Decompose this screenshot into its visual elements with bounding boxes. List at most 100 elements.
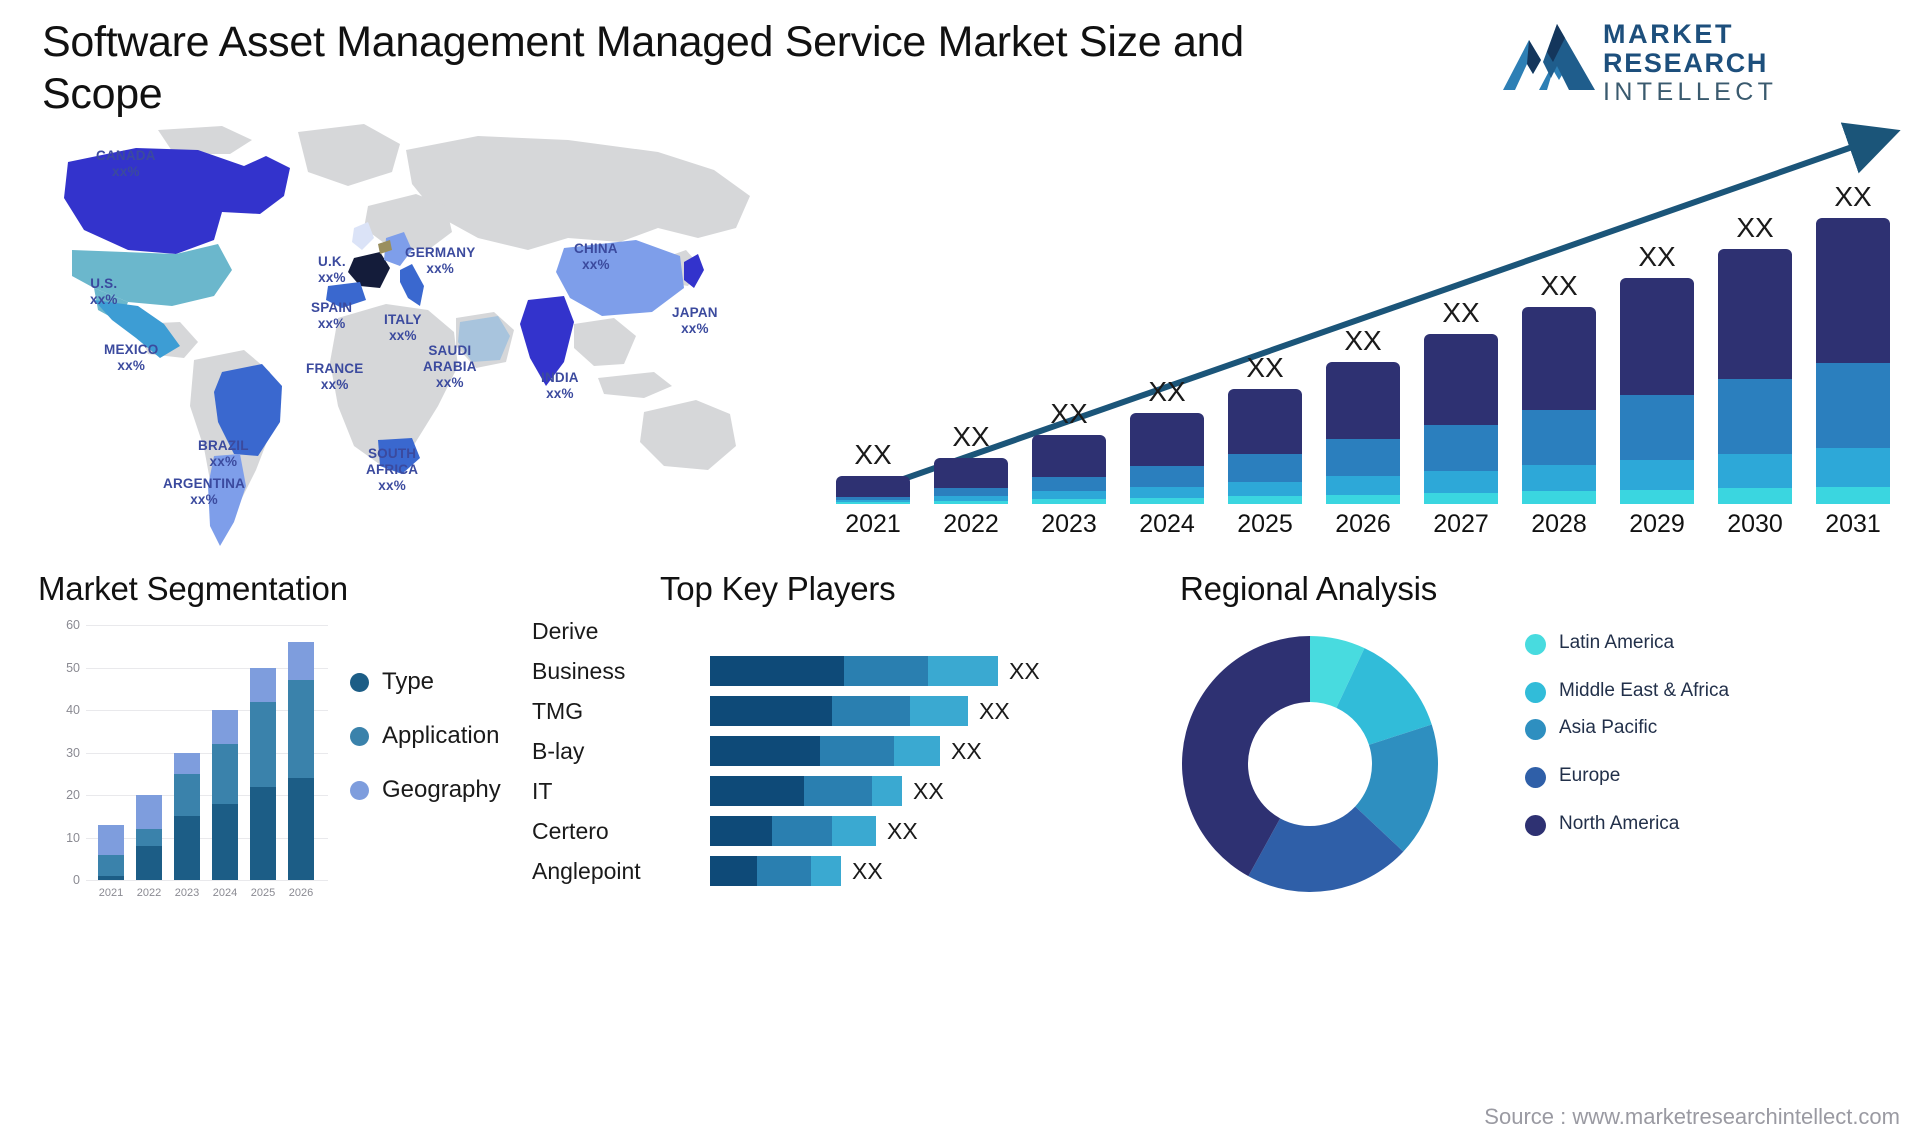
logo-line-market: MARKET — [1603, 19, 1735, 49]
bar-stack — [836, 476, 910, 504]
bar-stack — [1620, 278, 1694, 504]
map-label-brazil: BRAZIL xx% — [198, 438, 249, 469]
player-bar-segment-2 — [772, 816, 832, 846]
player-value-label: XX — [1009, 657, 1040, 684]
y-axis-tick: 0 — [73, 873, 80, 887]
player-name: Business — [532, 657, 626, 684]
bar-stack — [1522, 306, 1596, 504]
player-bar-segment-2 — [757, 856, 811, 886]
bar-year-label: 2029 — [1629, 510, 1685, 538]
bar-segment-middle-east-africa — [1228, 481, 1302, 497]
bar-stack — [934, 458, 1008, 504]
bar-value-label: XX — [1736, 212, 1774, 243]
bar-year-label: 2024 — [1139, 510, 1195, 538]
bar-group-2028: XX 2028 — [1522, 270, 1596, 538]
bar-value-label: XX — [1344, 324, 1382, 356]
market-size-bar-chart: XX 2021 XX 2022 XX 2023 XX 2024 XX 2025 XX 2026 XX 20… — [830, 120, 1920, 540]
player-bar-segment-2 — [820, 736, 894, 766]
legend-item-geography[interactable]: Geography — [350, 776, 501, 804]
bar-segment-north-america — [1228, 388, 1302, 454]
player-bar-segment-3 — [811, 856, 841, 886]
bar-stack — [1130, 413, 1204, 504]
segmentation-bar-2023 — [174, 752, 200, 880]
legend-dot-icon — [350, 780, 369, 800]
segment-type — [136, 846, 162, 880]
bar-segment-middle-east-africa — [1130, 486, 1204, 498]
player-value-label: XX — [852, 857, 883, 884]
segment-geography — [98, 824, 124, 855]
players-title: Top Key Players — [660, 570, 896, 607]
player-bar-segment-3 — [910, 696, 968, 726]
segment-application — [98, 854, 124, 876]
region-legend-item-asia-pacific[interactable]: Asia Pacific — [1525, 717, 1729, 740]
bar-segment-latin-america — [1032, 499, 1106, 504]
bar-segment-latin-america — [1718, 488, 1792, 504]
logo-wordmark: MARKET RESEARCH INTELLECT — [1603, 19, 1778, 107]
x-axis-tick: 2024 — [212, 887, 238, 899]
bar-year-label: 2027 — [1433, 510, 1489, 538]
player-value-label: XX — [913, 777, 944, 804]
legend-item-application[interactable]: Application — [350, 722, 501, 750]
bar-segment-middle-east-africa — [1816, 447, 1890, 487]
x-axis-tick: 2023 — [174, 887, 200, 899]
legend-dot-icon — [1525, 682, 1546, 703]
segmentation-bar-2022 — [136, 795, 162, 880]
bar-group-2023: XX 2023 — [1032, 398, 1106, 538]
player-name: Derive — [532, 617, 599, 644]
page-title: Software Asset Management Managed Servic… — [42, 18, 1244, 119]
x-axis-tick: 2021 — [98, 887, 124, 899]
segmentation-bar-2021 — [98, 824, 124, 880]
source-note: Source : www.marketresearchintellect.com — [1484, 1104, 1900, 1129]
bar-segment-north-america — [836, 476, 910, 497]
player-bar-segment-1 — [710, 696, 832, 726]
map-label-saudi-arabia: SAUDI ARABIA xx% — [423, 343, 477, 390]
player-bar-segment-1 — [710, 816, 772, 846]
bar-segment-latin-america — [1424, 492, 1498, 504]
bar-segment-latin-america — [1620, 489, 1694, 504]
bar-segment-asia-pacific — [1718, 379, 1792, 455]
bar-value-label: XX — [1540, 269, 1578, 301]
player-value-label: XX — [887, 817, 918, 844]
bar-segment-north-america — [1816, 218, 1890, 363]
segment-type — [174, 816, 200, 880]
region-legend-item-middle-east-africa[interactable]: Middle East & Africa — [1525, 680, 1729, 703]
player-bar-segment-3 — [832, 816, 876, 846]
region-legend-item-north-america[interactable]: North America — [1525, 813, 1729, 836]
bar-year-label: 2028 — [1531, 510, 1587, 538]
bar-group-2022: XX 2022 — [934, 421, 1008, 538]
player-name: TMG — [532, 697, 584, 724]
bar-segment-latin-america — [836, 502, 910, 504]
bar-year-label: 2031 — [1825, 510, 1881, 538]
map-label-germany: GERMANY xx% — [405, 245, 476, 276]
segmentation-bar-2026 — [288, 642, 314, 880]
player-bar-segment-2 — [844, 656, 928, 686]
segment-geography — [136, 795, 162, 829]
bar-group-2030: XX 2030 — [1718, 212, 1792, 538]
region-legend-item-latin-america[interactable]: Latin America — [1525, 632, 1729, 655]
y-axis-tick: 20 — [66, 788, 80, 802]
bar-segment-asia-pacific — [934, 488, 1008, 497]
bar-segment-north-america — [1522, 306, 1596, 411]
region-legend-label: Latin America — [1559, 632, 1675, 653]
segment-geography — [250, 667, 276, 702]
brand-logo: MARKET RESEARCH INTELLECT — [1503, 18, 1898, 106]
logo-line-research: RESEARCH — [1603, 48, 1769, 79]
legend-label: Application — [382, 722, 500, 749]
player-bar-segment-1 — [710, 856, 757, 886]
bar-stack — [1326, 361, 1400, 504]
bar-value-label: XX — [1442, 297, 1480, 329]
region-legend-item-europe[interactable]: Europe — [1525, 765, 1729, 788]
map-label-france: FRANCE xx% — [306, 361, 364, 392]
gridline — [86, 880, 328, 881]
legend-dot-icon — [350, 726, 369, 746]
bar-year-label: 2026 — [1335, 510, 1391, 538]
segment-geography — [212, 710, 238, 744]
logo-line-intellect: INTELLECT — [1603, 78, 1778, 107]
legend-item-type[interactable]: Type — [350, 668, 501, 696]
world-map-panel: CANADA xx% U.S. xx% MEXICO xx% BRAZIL xx% AR… — [8, 110, 838, 575]
bar-value-label: XX — [854, 439, 892, 471]
region-legend-label: North America — [1559, 813, 1680, 834]
bar-value-label: XX — [1148, 376, 1186, 408]
y-axis-tick: 60 — [66, 618, 80, 632]
legend-dot-icon — [1525, 719, 1546, 740]
